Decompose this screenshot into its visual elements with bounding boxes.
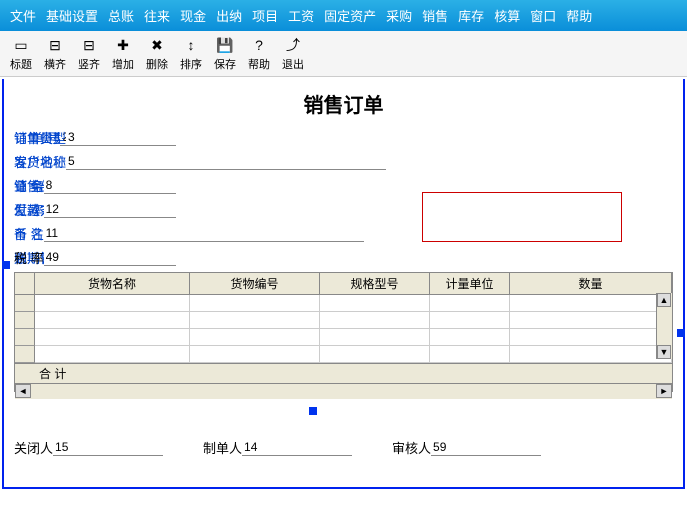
h-scrollbar[interactable]: ◄ ► bbox=[15, 383, 672, 399]
tool-标题[interactable]: ▭标题 bbox=[4, 33, 38, 74]
input-maker[interactable] bbox=[242, 440, 352, 456]
删除-icon: ✖ bbox=[147, 35, 167, 55]
scroll-down-icon[interactable]: ▼ bbox=[657, 345, 671, 359]
menu-item[interactable]: 固定资产 bbox=[324, 6, 376, 25]
page-title: 销售订单 bbox=[14, 89, 673, 118]
input-sale-type[interactable] bbox=[66, 130, 176, 146]
保存-icon: 💾 bbox=[215, 35, 235, 55]
col-goods-name[interactable]: 货物名称 bbox=[35, 273, 190, 294]
竖齐-icon: ⊟ bbox=[79, 35, 99, 55]
label-checker: 审核人 bbox=[392, 438, 431, 457]
footer: 关闭人 制单人 审核人 bbox=[14, 438, 673, 457]
label-rate: 汇 率 bbox=[14, 200, 44, 219]
menu-item[interactable]: 帮助 bbox=[566, 6, 592, 25]
增加-icon: ✚ bbox=[113, 35, 133, 55]
scroll-right-icon[interactable]: ► bbox=[656, 384, 672, 398]
input-ship-addr[interactable] bbox=[66, 154, 176, 170]
menu-item[interactable]: 文件 bbox=[10, 6, 36, 25]
resize-handle[interactable] bbox=[2, 261, 10, 269]
tool-横齐[interactable]: ⊟横齐 bbox=[38, 33, 72, 74]
排序-icon: ↕ bbox=[181, 35, 201, 55]
v-scrollbar[interactable]: ▲ ▼ bbox=[656, 293, 672, 359]
label-tax-rate: 税 率 bbox=[14, 248, 44, 267]
col-unit[interactable]: 计量单位 bbox=[430, 273, 510, 294]
menu-item[interactable]: 窗口 bbox=[530, 6, 556, 25]
col-spec[interactable]: 规格型号 bbox=[320, 273, 430, 294]
tool-退出[interactable]: ⤴退出 bbox=[276, 33, 310, 74]
帮助-icon: ? bbox=[249, 35, 269, 55]
menu-item[interactable]: 销售 bbox=[422, 6, 448, 25]
label-closer: 关闭人 bbox=[14, 438, 53, 457]
横齐-icon: ⊟ bbox=[45, 35, 65, 55]
toolbar: ▭标题⊟横齐⊟竖齐✚增加✖删除↕排序💾保存?帮助⤴退出 bbox=[0, 31, 687, 77]
col-qty[interactable]: 数量 bbox=[510, 273, 672, 294]
sum-label: 合 计 bbox=[39, 365, 66, 382]
label-ship-addr: 发货地址 bbox=[14, 152, 66, 171]
menu-item[interactable]: 出纳 bbox=[216, 6, 242, 25]
menu-item[interactable]: 总账 bbox=[108, 6, 134, 25]
退出-icon: ⤴ bbox=[283, 35, 303, 55]
label-sale-type: 销售类型 bbox=[14, 128, 66, 147]
tool-帮助[interactable]: ?帮助 bbox=[242, 33, 276, 74]
input-rate[interactable] bbox=[44, 202, 154, 218]
scroll-left-icon[interactable]: ◄ bbox=[15, 384, 31, 398]
menu-item[interactable]: 工资 bbox=[288, 6, 314, 25]
标题-icon: ▭ bbox=[11, 35, 31, 55]
tool-竖齐[interactable]: ⊟竖齐 bbox=[72, 33, 106, 74]
input-currency[interactable] bbox=[44, 226, 154, 242]
input-closer[interactable] bbox=[53, 440, 163, 456]
label-currency: 币 名 bbox=[14, 224, 44, 243]
resize-handle[interactable] bbox=[309, 407, 317, 415]
scroll-up-icon[interactable]: ▲ bbox=[657, 293, 671, 307]
tool-排序[interactable]: ↕排序 bbox=[174, 33, 208, 74]
col-goods-code[interactable]: 货物编号 bbox=[190, 273, 320, 294]
tool-删除[interactable]: ✖删除 bbox=[140, 33, 174, 74]
menu-item[interactable]: 现金 bbox=[180, 6, 206, 25]
tool-增加[interactable]: ✚增加 bbox=[106, 33, 140, 74]
menu-item[interactable]: 往来 bbox=[144, 6, 170, 25]
menu-item[interactable]: 核算 bbox=[494, 6, 520, 25]
highlight-box bbox=[422, 192, 622, 242]
menu-item[interactable]: 项目 bbox=[252, 6, 278, 25]
label-deposit: 订 金 bbox=[14, 176, 44, 195]
menu-item[interactable]: 库存 bbox=[458, 6, 484, 25]
resize-handle[interactable] bbox=[677, 329, 685, 337]
menu-item[interactable]: 基础设置 bbox=[46, 6, 98, 25]
label-maker: 制单人 bbox=[203, 438, 242, 457]
form-canvas: 销售订单 订单日期 订 单 号 销售类型 客户名称 发货地址 销售部门 业 务 … bbox=[2, 79, 685, 489]
menu-bar: 文件基础设置总账往来现金出纳项目工资固定资产采购销售库存核算窗口帮助 bbox=[0, 0, 687, 31]
menu-item[interactable]: 采购 bbox=[386, 6, 412, 25]
detail-grid[interactable]: 货物名称 货物编号 规格型号 计量单位 数量 合 计 ◄ ► bbox=[14, 272, 673, 392]
tool-保存[interactable]: 💾保存 bbox=[208, 33, 242, 74]
input-checker[interactable] bbox=[431, 440, 541, 456]
input-tax-rate[interactable] bbox=[44, 250, 154, 266]
input-deposit[interactable] bbox=[44, 178, 154, 194]
